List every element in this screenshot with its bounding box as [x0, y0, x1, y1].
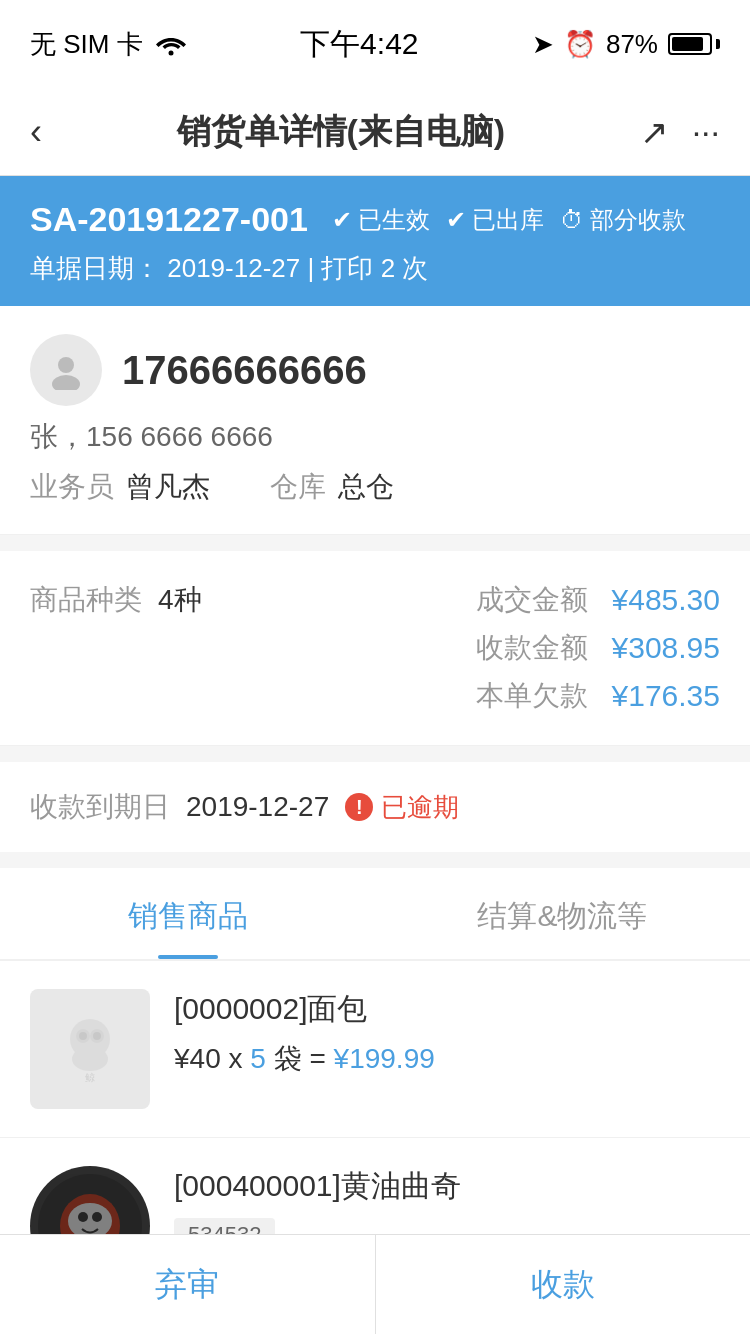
svg-text:鲸: 鲸	[85, 1072, 95, 1083]
svg-point-0	[168, 51, 173, 56]
deal-amount-row: 成交金额 ¥485.30	[476, 581, 720, 619]
svg-point-6	[79, 1032, 87, 1040]
owed-label: 本单欠款	[476, 677, 588, 715]
status-bar-right: ➤ ⏰ 87%	[532, 29, 720, 60]
print-info: | 打印 2 次	[307, 253, 428, 283]
received-label: 收款金额	[476, 629, 588, 667]
tab-sales-label: 销售商品	[128, 899, 248, 932]
bread-price: ¥40	[174, 1043, 221, 1074]
alarm-icon: ⏰	[564, 29, 596, 60]
svg-point-2	[52, 375, 80, 390]
svg-point-13	[78, 1212, 88, 1222]
customer-warehouse: 仓库 总仓	[270, 468, 394, 506]
owed-amount-row: 本单欠款 ¥176.35	[476, 677, 720, 715]
status-bar: 无 SIM 卡 下午4:42 ➤ ⏰ 87%	[0, 0, 750, 88]
summary-section: 商品种类 4种 成交金额 ¥485.30 收款金额 ¥308.95 本单欠款 ¥…	[0, 551, 750, 746]
page-title: 销货单详情(来自电脑)	[177, 109, 506, 155]
tab-settlement-label: 结算&物流等	[477, 899, 647, 932]
header-banner: SA-20191227-001 ✔ 已生效 ✔ 已出库 ⏱ 部分收款 单据日期：…	[0, 176, 750, 306]
more-button[interactable]: ···	[692, 112, 720, 151]
status-shipped-text: 已出库	[472, 204, 544, 236]
date-value: 2019-12-27	[167, 253, 300, 283]
customer-section: 17666666666 张，156 6666 6666 业务员 曾凡杰 仓库 总…	[0, 306, 750, 535]
bread-equals: =	[309, 1043, 333, 1074]
carrier-text: 无 SIM 卡	[30, 27, 143, 62]
overdue-text: 已逾期	[381, 790, 459, 825]
product-name-cookie: [000400001]黄油曲奇	[174, 1166, 720, 1207]
back-button[interactable]: ‹	[30, 111, 42, 153]
svg-point-7	[93, 1032, 101, 1040]
product-item: 鲸 [0000002]面包 ¥40 x 5 袋 = ¥199.99	[0, 961, 750, 1138]
svg-point-8	[72, 1047, 108, 1071]
status-badge-shipped: ✔ 已出库	[446, 204, 544, 236]
collect-payment-button[interactable]: 收款	[376, 1235, 751, 1334]
date-label: 单据日期：	[30, 253, 160, 283]
deal-amount-value: ¥485.30	[612, 583, 720, 617]
battery-percent: 87%	[606, 29, 658, 60]
battery-icon	[668, 33, 720, 55]
customer-sales: 业务员 曾凡杰	[30, 468, 210, 506]
owed-value: ¥176.35	[612, 679, 720, 713]
nav-bar: ‹ 销货单详情(来自电脑) ↗ ···	[0, 88, 750, 176]
order-date-row: 单据日期： 2019-12-27 | 打印 2 次	[30, 251, 720, 286]
product-type-value: 4种	[158, 581, 202, 619]
received-value: ¥308.95	[612, 631, 720, 665]
overdue-badge: ! 已逾期	[345, 790, 459, 825]
product-info-bread: [0000002]面包 ¥40 x 5 袋 = ¥199.99	[174, 989, 720, 1078]
bread-total: ¥199.99	[334, 1043, 435, 1074]
order-id: SA-20191227-001	[30, 200, 308, 239]
product-types: 商品种类 4种	[30, 581, 202, 619]
sales-value: 曾凡杰	[126, 468, 210, 506]
product-type-label: 商品种类	[30, 581, 142, 619]
status-badge-partial: ⏱ 部分收款	[560, 204, 686, 236]
bread-qty: 5	[250, 1043, 266, 1074]
deal-amount-label: 成交金额	[476, 581, 588, 619]
bottom-bar: 弃审 收款	[0, 1234, 750, 1334]
check-icon-active: ✔	[332, 206, 352, 234]
overdue-icon: !	[345, 793, 373, 821]
tabs-section: 销售商品 结算&物流等	[0, 868, 750, 961]
customer-meta: 业务员 曾凡杰 仓库 总仓	[30, 468, 720, 506]
product-image-bread: 鲸	[30, 989, 150, 1109]
due-date-section: 收款到期日 2019-12-27 ! 已逾期	[0, 762, 750, 852]
tab-sales-products[interactable]: 销售商品	[0, 868, 375, 959]
amount-summary: 成交金额 ¥485.30 收款金额 ¥308.95 本单欠款 ¥176.35	[476, 581, 720, 715]
tab-settlement[interactable]: 结算&物流等	[375, 868, 750, 959]
avatar	[30, 334, 102, 406]
cancel-review-button[interactable]: 弃审	[0, 1235, 376, 1334]
due-date-value: 2019-12-27	[186, 791, 329, 823]
status-bar-time: 下午4:42	[300, 24, 418, 65]
product-price-bread: ¥40 x 5 袋 = ¥199.99	[174, 1040, 720, 1078]
due-date-label: 收款到期日	[30, 788, 170, 826]
sales-label: 业务员	[30, 468, 114, 506]
product-name-bread: [0000002]面包	[174, 989, 720, 1030]
status-badge-active: ✔ 已生效	[332, 204, 430, 236]
warehouse-value: 总仓	[338, 468, 394, 506]
status-partial-text: 部分收款	[590, 204, 686, 236]
bread-unit: 袋	[274, 1043, 302, 1074]
customer-name-detail: 张，156 6666 6666	[30, 418, 720, 456]
status-badges: ✔ 已生效 ✔ 已出库 ⏱ 部分收款	[332, 204, 686, 236]
wifi-icon	[155, 32, 187, 56]
svg-point-14	[92, 1212, 102, 1222]
warehouse-label: 仓库	[270, 468, 326, 506]
share-button[interactable]: ↗	[640, 112, 668, 152]
svg-point-1	[58, 357, 74, 373]
status-bar-left: 无 SIM 卡	[30, 27, 187, 62]
bread-multiply: x	[229, 1043, 251, 1074]
location-icon: ➤	[532, 29, 554, 60]
status-active-text: 已生效	[358, 204, 430, 236]
customer-phone: 17666666666	[122, 348, 367, 393]
check-icon-shipped: ✔	[446, 206, 466, 234]
nav-actions: ↗ ···	[640, 112, 720, 152]
clock-icon: ⏱	[560, 206, 584, 234]
received-amount-row: 收款金额 ¥308.95	[476, 629, 720, 667]
